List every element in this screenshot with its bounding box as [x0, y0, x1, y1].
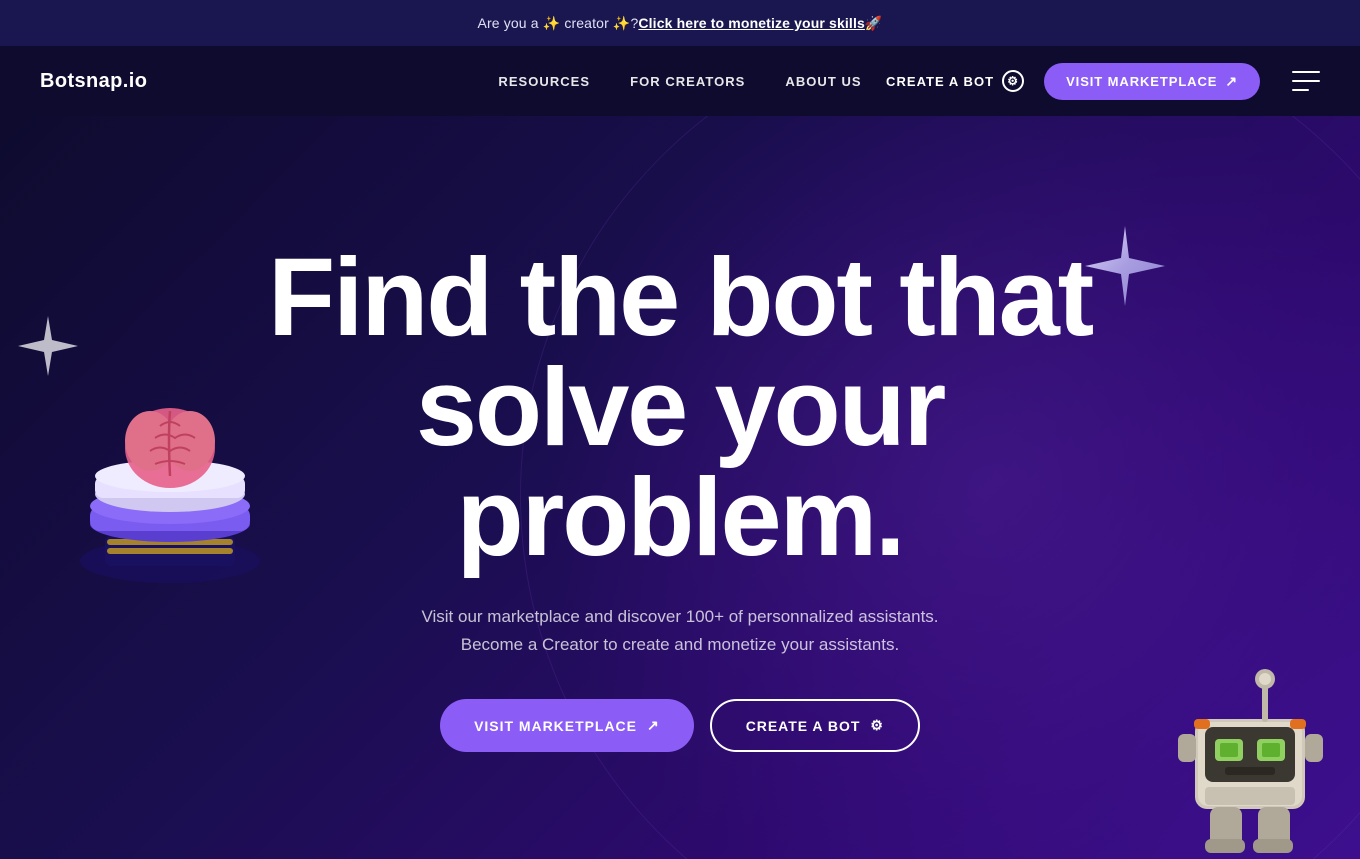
hero-title: Find the bot that solve your problem.: [268, 243, 1092, 573]
promo-banner: Are you a ✨ creator ✨? Click here to mon…: [0, 0, 1360, 46]
nav-item-for-creators[interactable]: FOR CREATORS: [630, 74, 745, 89]
logo[interactable]: Botsnap.io: [40, 70, 147, 93]
hero-subtitle: Visit our marketplace and discover 100+ …: [355, 603, 1005, 659]
brain-bot-illustration: [55, 376, 285, 606]
hero-subtitle-line1: Visit our marketplace and discover 100+ …: [421, 607, 938, 626]
btn-visit-arrow-icon: ↗: [647, 717, 660, 734]
banner-text-suffix: 🚀: [865, 15, 883, 32]
hero-title-line1: Find the bot that: [268, 236, 1092, 359]
btn-create-gear-icon: ⚙: [870, 717, 884, 734]
create-bot-link[interactable]: CREATE A BOT ⚙: [886, 70, 1024, 92]
menu-hamburger-icon[interactable]: [1292, 71, 1320, 91]
visit-marketplace-button[interactable]: VISIT MARKETPLACE ↗: [1044, 63, 1260, 100]
hero-buttons: VISIT MARKETPLACE ↗ CREATE A BOT ⚙: [268, 699, 1092, 752]
create-bot-label: CREATE A BOT: [886, 74, 994, 89]
hero-title-line3: problem.: [457, 456, 904, 579]
banner-cta-link[interactable]: Click here to monetize your skills: [638, 15, 865, 31]
hero-content: Find the bot that solve your problem. Vi…: [268, 243, 1092, 752]
navbar: Botsnap.io RESOURCES FOR CREATORS ABOUT …: [0, 46, 1360, 116]
hero-visit-marketplace-button[interactable]: VISIT MARKETPLACE ↗: [440, 699, 694, 752]
hero-section: Find the bot that solve your problem. Vi…: [0, 116, 1360, 859]
star-right-decoration: [1085, 226, 1165, 306]
hero-title-line2: solve your: [416, 346, 944, 469]
btn-visit-label: VISIT MARKETPLACE: [474, 718, 637, 734]
btn-create-label: CREATE A BOT: [746, 718, 861, 734]
nav-item-about-us[interactable]: ABOUT US: [785, 74, 861, 89]
hero-subtitle-line2: Become a Creator to create and monetize …: [461, 635, 899, 654]
arrow-icon: ↗: [1225, 73, 1238, 90]
banner-text-prefix: Are you a ✨ creator ✨?: [478, 15, 639, 32]
star-left-decoration: [18, 316, 78, 376]
robot-illustration: [1150, 639, 1345, 854]
navbar-right: CREATE A BOT ⚙ VISIT MARKETPLACE ↗: [886, 63, 1320, 100]
gear-icon: ⚙: [1002, 70, 1024, 92]
nav-links: RESOURCES FOR CREATORS ABOUT US: [498, 74, 861, 89]
nav-item-resources[interactable]: RESOURCES: [498, 74, 590, 89]
hero-create-bot-button[interactable]: CREATE A BOT ⚙: [710, 699, 920, 752]
